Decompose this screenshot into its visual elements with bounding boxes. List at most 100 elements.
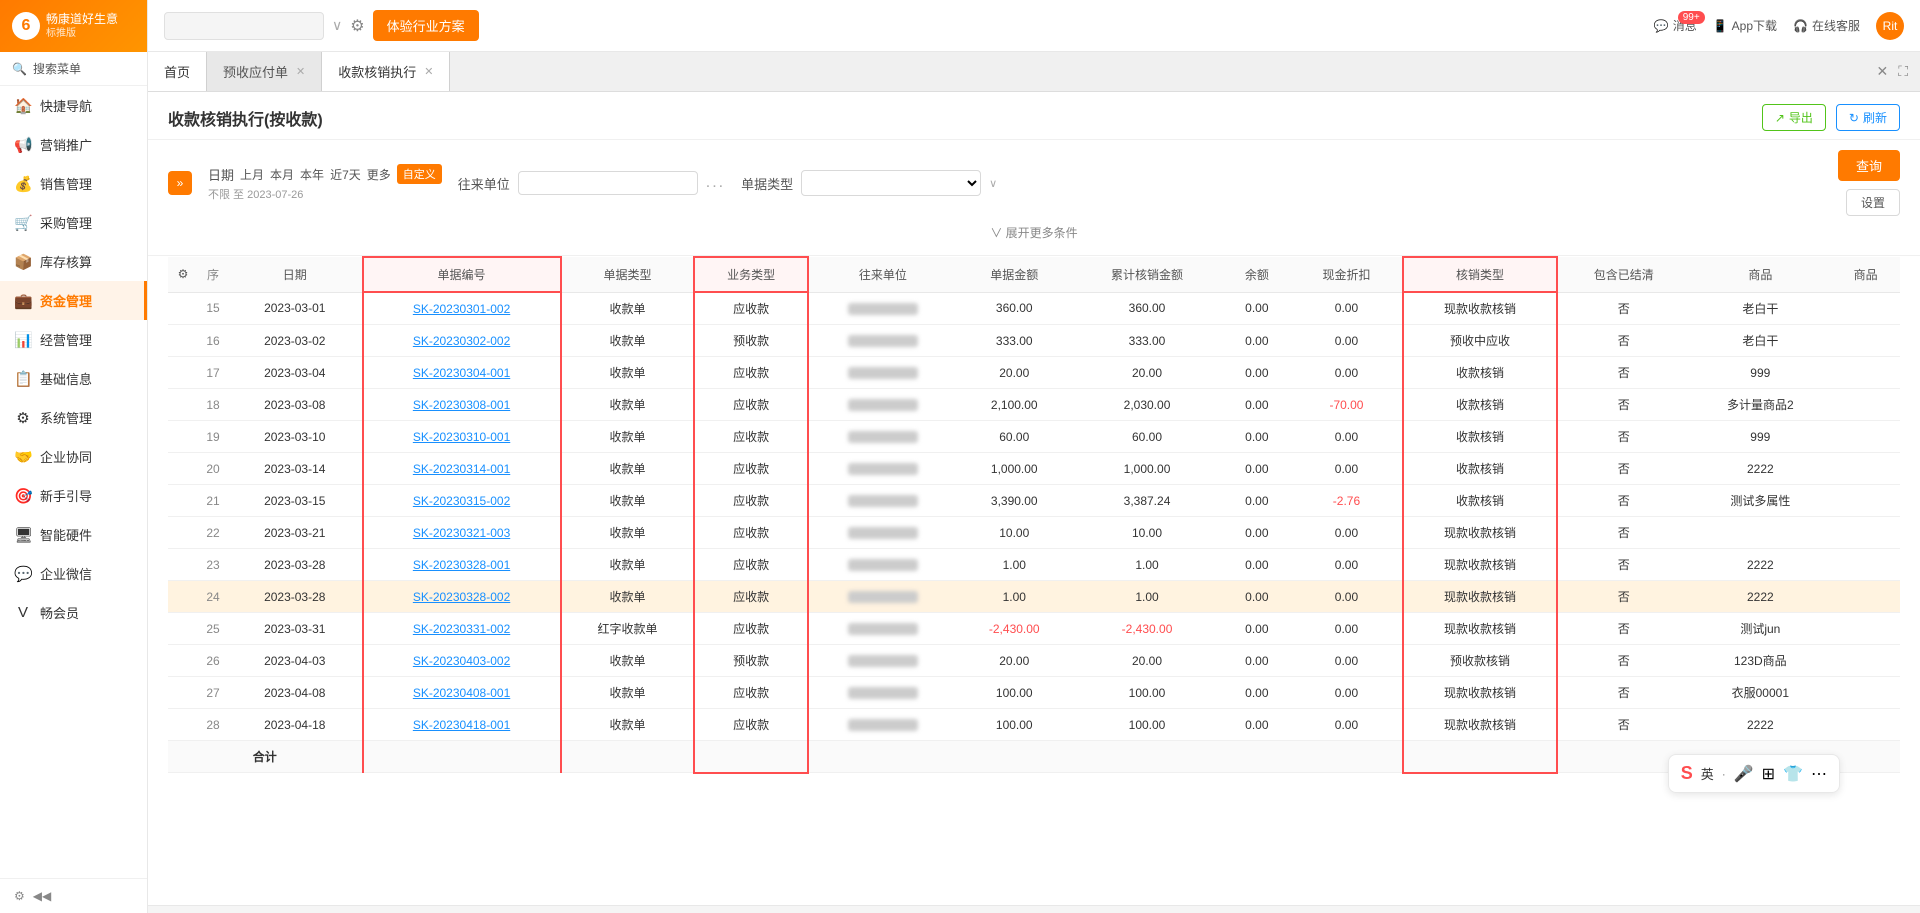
date-last-7days[interactable]: 近7天 bbox=[330, 166, 361, 183]
sidebar-item-畅会员[interactable]: V畅会员 bbox=[0, 593, 147, 632]
tab-writeoff[interactable]: 收款核销执行 ✕ bbox=[322, 52, 450, 91]
table-row: 21 2023-03-15 SK-20230315-002 收款单 应收款 3,… bbox=[168, 485, 1900, 517]
sidebar-item-采购管理[interactable]: 🛒采购管理 bbox=[0, 203, 147, 242]
col-date: 日期 bbox=[228, 257, 363, 292]
online-service-button[interactable]: 🎧 在线客服 bbox=[1793, 17, 1860, 34]
prepayment-tab-close[interactable]: ✕ bbox=[296, 65, 305, 78]
refresh-button[interactable]: ↻ 刷新 bbox=[1836, 104, 1900, 131]
sidebar-bottom-settings[interactable]: ⚙ ◀◀ bbox=[0, 878, 147, 913]
user-avatar[interactable]: Rit bbox=[1876, 12, 1904, 40]
sidebar-item-快捷导航[interactable]: 🏠快捷导航 bbox=[0, 86, 147, 125]
more-icon[interactable]: ⋯ bbox=[1811, 764, 1827, 784]
row-doc-no[interactable]: SK-20230308-001 bbox=[363, 389, 561, 421]
partner-input[interactable] bbox=[518, 171, 698, 195]
sidebar-item-基础信息[interactable]: 📋基础信息 bbox=[0, 359, 147, 398]
mic-icon[interactable]: 🎤 bbox=[1734, 764, 1754, 784]
query-button[interactable]: 查询 bbox=[1838, 150, 1900, 181]
grid-icon[interactable]: ⊞ bbox=[1762, 764, 1775, 784]
doc-type-select[interactable] bbox=[801, 170, 981, 196]
row-doc-type: 收款单 bbox=[561, 677, 695, 709]
date-more[interactable]: 更多 bbox=[367, 166, 391, 183]
date-options: 日期 上月 本月 本年 近7天 更多 自定义 bbox=[208, 164, 442, 184]
row-product bbox=[1689, 517, 1831, 549]
expand-conditions-button[interactable]: ∨ 展开更多条件 bbox=[168, 220, 1900, 245]
row-amount: 1.00 bbox=[957, 581, 1071, 613]
sidebar-item-销售管理[interactable]: 💰销售管理 bbox=[0, 164, 147, 203]
breadcrumb-input[interactable] bbox=[164, 12, 324, 40]
shirt-icon[interactable]: 👕 bbox=[1783, 764, 1803, 784]
tab-prepayment[interactable]: 预收应付单 ✕ bbox=[207, 52, 322, 91]
tab-home[interactable]: 首页 bbox=[148, 52, 207, 91]
sidebar-item-资金管理[interactable]: 💼资金管理 bbox=[0, 281, 147, 320]
row-doc-no[interactable]: SK-20230315-002 bbox=[363, 485, 561, 517]
tab-fullscreen-icon[interactable]: ⛶ bbox=[1898, 63, 1908, 80]
chevron-down-icon: ∨ bbox=[332, 17, 342, 34]
app-name: 畅康道好生意 bbox=[46, 12, 118, 28]
app-download-button[interactable]: 📱 App下载 bbox=[1713, 17, 1777, 34]
row-doc-no[interactable]: SK-20230331-002 bbox=[363, 613, 561, 645]
sidebar-item-企业协同[interactable]: 🤝企业协同 bbox=[0, 437, 147, 476]
row-doc-no[interactable]: SK-20230304-001 bbox=[363, 357, 561, 389]
row-doc-no[interactable]: SK-20230314-001 bbox=[363, 453, 561, 485]
top-bar-left: ∨ ⚙ 体验行业方案 bbox=[164, 10, 1642, 41]
row-doc-no[interactable]: SK-20230310-001 bbox=[363, 421, 561, 453]
date-this-year[interactable]: 本年 bbox=[300, 166, 324, 183]
date-custom-button[interactable]: 自定义 bbox=[397, 164, 442, 184]
row-partner bbox=[808, 421, 957, 453]
row-discount: 0.00 bbox=[1291, 581, 1403, 613]
export-button[interactable]: ↗ 导出 bbox=[1762, 104, 1826, 131]
row-write-off-type: 收款核销 bbox=[1403, 485, 1557, 517]
row-cumulative: 10.00 bbox=[1072, 517, 1223, 549]
row-num: 28 bbox=[198, 709, 228, 741]
row-doc-type: 收款单 bbox=[561, 421, 695, 453]
sidebar-item-新手引导[interactable]: 🎯新手引导 bbox=[0, 476, 147, 515]
row-doc-no[interactable]: SK-20230302-002 bbox=[363, 325, 561, 357]
sidebar-label: 营销推广 bbox=[40, 135, 92, 154]
row-date: 2023-03-14 bbox=[228, 453, 363, 485]
table-row: 27 2023-04-08 SK-20230408-001 收款单 应收款 10… bbox=[168, 677, 1900, 709]
sidebar-item-营销推广[interactable]: 📢营销推广 bbox=[0, 125, 147, 164]
date-this-month[interactable]: 本月 bbox=[270, 166, 294, 183]
row-doc-no[interactable]: SK-20230328-002 bbox=[363, 581, 561, 613]
settings-gear-icon[interactable]: ⚙ bbox=[350, 16, 364, 36]
industry-solution-button[interactable]: 体验行业方案 bbox=[373, 10, 479, 41]
row-product2 bbox=[1831, 292, 1900, 325]
sidebar-item-智能硬件[interactable]: 🖥智能硬件 bbox=[0, 515, 147, 554]
row-include-settled: 否 bbox=[1557, 517, 1689, 549]
col-settings-cell bbox=[168, 421, 198, 453]
tab-close-all-icon[interactable]: ✕ bbox=[1876, 63, 1888, 80]
row-doc-no[interactable]: SK-20230403-002 bbox=[363, 645, 561, 677]
row-amount: 10.00 bbox=[957, 517, 1071, 549]
logo-icon: 6 bbox=[12, 12, 40, 40]
row-doc-type: 收款单 bbox=[561, 453, 695, 485]
row-doc-type: 收款单 bbox=[561, 581, 695, 613]
row-doc-no[interactable]: SK-20230408-001 bbox=[363, 677, 561, 709]
row-doc-no[interactable]: SK-20230321-003 bbox=[363, 517, 561, 549]
row-doc-no[interactable]: SK-20230418-001 bbox=[363, 709, 561, 741]
setting-button[interactable]: 设置 bbox=[1846, 189, 1900, 216]
sidebar-item-系统管理[interactable]: ⚙系统管理 bbox=[0, 398, 147, 437]
sidebar-item-库存核算[interactable]: 📦库存核算 bbox=[0, 242, 147, 281]
sidebar-item-企业微信[interactable]: 💬企业微信 bbox=[0, 554, 147, 593]
row-doc-no[interactable]: SK-20230301-002 bbox=[363, 292, 561, 325]
sidebar-logo: 6 畅康道好生意 标推版 bbox=[0, 0, 147, 52]
row-biz-type: 应收款 bbox=[694, 709, 807, 741]
sidebar-search[interactable]: 🔍 搜索菜单 bbox=[0, 52, 147, 86]
avatar-text: Rit bbox=[1883, 19, 1898, 33]
row-doc-no[interactable]: SK-20230328-001 bbox=[363, 549, 561, 581]
row-cumulative: 20.00 bbox=[1072, 645, 1223, 677]
sidebar-item-经营管理[interactable]: 📊经营管理 bbox=[0, 320, 147, 359]
date-last-month[interactable]: 上月 bbox=[240, 166, 264, 183]
messages-button[interactable]: 💬 消息 99+ bbox=[1654, 17, 1697, 34]
col-settings[interactable]: ⚙ bbox=[168, 257, 198, 292]
row-include-settled: 否 bbox=[1557, 421, 1689, 453]
prepayment-tab-label: 预收应付单 bbox=[223, 62, 288, 81]
sidebar-icon: 💬 bbox=[14, 565, 32, 583]
filter-toggle-button[interactable]: » bbox=[168, 171, 192, 195]
col-settings-cell bbox=[168, 453, 198, 485]
row-product: 2222 bbox=[1689, 709, 1831, 741]
writeoff-tab-close[interactable]: ✕ bbox=[424, 65, 433, 78]
horizontal-scrollbar[interactable] bbox=[148, 905, 1920, 913]
row-cumulative: 360.00 bbox=[1072, 292, 1223, 325]
row-discount: 0.00 bbox=[1291, 357, 1403, 389]
